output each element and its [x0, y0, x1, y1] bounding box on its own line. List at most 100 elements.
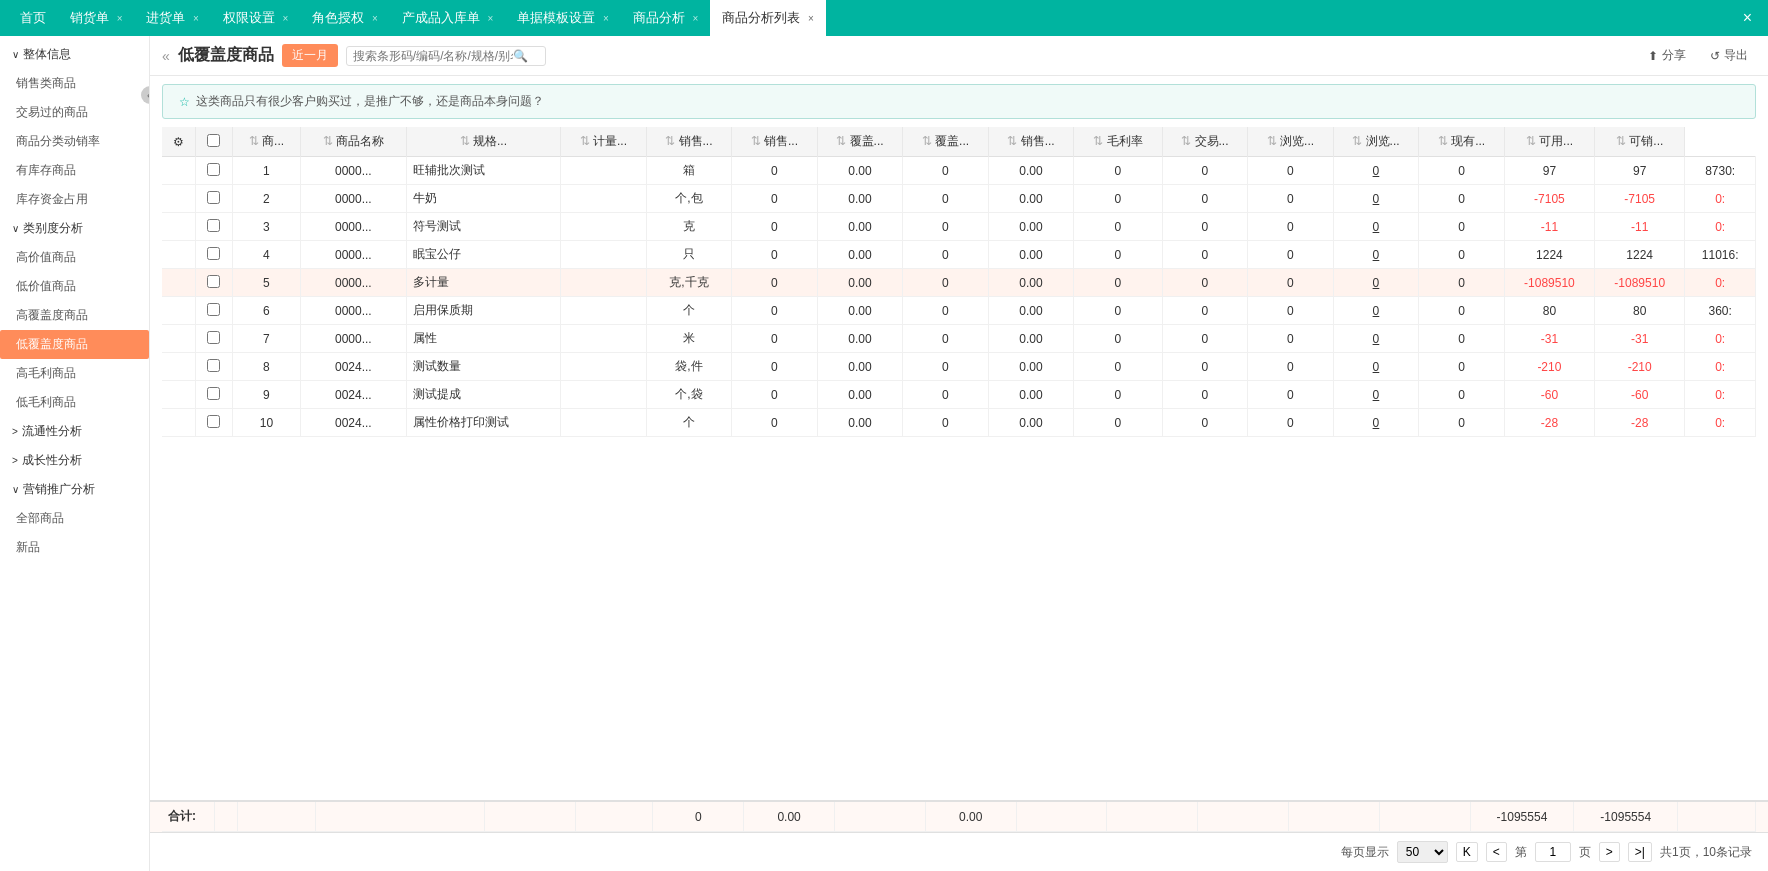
- sidebar-section-overall[interactable]: ∨ 整体信息: [0, 40, 149, 69]
- close-icon[interactable]: ×: [283, 13, 289, 24]
- close-icon[interactable]: ×: [808, 13, 814, 24]
- row-select-checkbox[interactable]: [207, 415, 220, 428]
- view1-link[interactable]: 0: [1373, 248, 1380, 262]
- unit-column-header[interactable]: ⇅ 计量...: [561, 127, 647, 157]
- row-view1[interactable]: 0: [1333, 269, 1419, 297]
- row-select-checkbox[interactable]: [207, 191, 220, 204]
- view1-link[interactable]: 0: [1373, 332, 1380, 346]
- settings-column-header[interactable]: ⚙: [162, 127, 195, 157]
- current-stock-column-header[interactable]: ⇅ 现有...: [1419, 127, 1505, 157]
- sidebar-item-all-products[interactable]: 全部商品: [0, 504, 149, 533]
- row-view1[interactable]: 0: [1333, 157, 1419, 185]
- sidebar-section-marketing[interactable]: ∨ 营销推广分析: [0, 475, 149, 504]
- row-view1[interactable]: 0: [1333, 353, 1419, 381]
- spec-column-header[interactable]: ⇅ 规格...: [406, 127, 561, 157]
- row-view1[interactable]: 0: [1333, 381, 1419, 409]
- nav-item-product-warehouse[interactable]: 产成品入库单 ×: [390, 0, 505, 36]
- coverage1-column-header[interactable]: ⇅ 覆盖...: [817, 127, 903, 157]
- name-column-header[interactable]: ⇅ 商品名称: [301, 127, 406, 157]
- row-select-checkbox[interactable]: [207, 303, 220, 316]
- view1-link[interactable]: 0: [1373, 192, 1380, 206]
- collapse-sidebar-icon[interactable]: «: [162, 48, 170, 64]
- share-button[interactable]: ⬆ 分享: [1640, 44, 1694, 67]
- sellable-column-header[interactable]: ⇅ 可销...: [1595, 127, 1685, 157]
- row-view1[interactable]: 0: [1333, 325, 1419, 353]
- close-icon[interactable]: ×: [117, 13, 123, 24]
- row-checkbox[interactable]: [195, 353, 232, 381]
- nav-item-permissions[interactable]: 权限设置 ×: [211, 0, 300, 36]
- close-all-button[interactable]: ×: [1735, 9, 1760, 27]
- nav-item-home[interactable]: 首页: [8, 0, 58, 36]
- close-icon[interactable]: ×: [692, 13, 698, 24]
- view1-link[interactable]: 0: [1373, 220, 1380, 234]
- sidebar-item-low-value[interactable]: 低价值商品: [0, 272, 149, 301]
- nav-item-product-analysis-list[interactable]: 商品分析列表 ×: [710, 0, 825, 36]
- row-select-checkbox[interactable]: [207, 219, 220, 232]
- view1-link[interactable]: 0: [1373, 276, 1380, 290]
- view1-link[interactable]: 0: [1373, 304, 1380, 318]
- close-icon[interactable]: ×: [488, 13, 494, 24]
- row-select-checkbox[interactable]: [207, 359, 220, 372]
- view1-link[interactable]: 0: [1373, 388, 1380, 402]
- sidebar-item-high-value[interactable]: 高价值商品: [0, 243, 149, 272]
- view1-link[interactable]: 0: [1373, 416, 1380, 430]
- row-view1[interactable]: 0: [1333, 185, 1419, 213]
- row-select-checkbox[interactable]: [207, 331, 220, 344]
- available-stock-column-header[interactable]: ⇅ 可用...: [1504, 127, 1594, 157]
- sidebar-item-high-gross[interactable]: 高毛利商品: [0, 359, 149, 388]
- view2-column-header[interactable]: ⇅ 浏览...: [1333, 127, 1419, 157]
- view1-link[interactable]: 0: [1373, 360, 1380, 374]
- sidebar-item-inventory-capital[interactable]: 库存资金占用: [0, 185, 149, 214]
- sidebar-item-low-gross[interactable]: 低毛利商品: [0, 388, 149, 417]
- row-checkbox[interactable]: [195, 381, 232, 409]
- sidebar-section-category-analysis[interactable]: ∨ 类别度分析: [0, 214, 149, 243]
- view1-column-header[interactable]: ⇅ 浏览...: [1248, 127, 1334, 157]
- row-checkbox[interactable]: [195, 157, 232, 185]
- close-icon[interactable]: ×: [603, 13, 609, 24]
- nav-item-sales[interactable]: 销货单 ×: [58, 0, 134, 36]
- sidebar-item-low-coverage[interactable]: 低覆盖度商品: [0, 330, 149, 359]
- first-page-button[interactable]: K: [1456, 842, 1478, 862]
- row-checkbox[interactable]: [195, 213, 232, 241]
- nav-item-template-settings[interactable]: 单据模板设置 ×: [505, 0, 620, 36]
- close-icon[interactable]: ×: [193, 13, 199, 24]
- sidebar-section-growth[interactable]: > 成长性分析: [0, 446, 149, 475]
- nav-item-product-analysis[interactable]: 商品分析 ×: [621, 0, 710, 36]
- nav-item-roles[interactable]: 角色授权 ×: [300, 0, 389, 36]
- row-select-checkbox[interactable]: [207, 275, 220, 288]
- gross-margin-column-header[interactable]: ⇅ 毛利率: [1074, 127, 1162, 157]
- row-view1[interactable]: 0: [1333, 241, 1419, 269]
- sales-qty-column-header[interactable]: ⇅ 销售...: [646, 127, 732, 157]
- row-checkbox[interactable]: [195, 269, 232, 297]
- row-select-checkbox[interactable]: [207, 247, 220, 260]
- sidebar-item-new-products[interactable]: 新品: [0, 533, 149, 562]
- trade-column-header[interactable]: ⇅ 交易...: [1162, 127, 1248, 157]
- sidebar-item-traded-products[interactable]: 交易过的商品: [0, 98, 149, 127]
- per-page-select[interactable]: 50 20 100 200: [1397, 841, 1448, 863]
- row-select-checkbox[interactable]: [207, 163, 220, 176]
- row-view1[interactable]: 0: [1333, 409, 1419, 437]
- row-checkbox[interactable]: [195, 185, 232, 213]
- next-page-button[interactable]: >: [1599, 842, 1620, 862]
- checkbox-column-header[interactable]: [195, 127, 232, 157]
- row-select-checkbox[interactable]: [207, 387, 220, 400]
- row-view1[interactable]: 0: [1333, 297, 1419, 325]
- date-filter-button[interactable]: 近一月: [282, 44, 338, 67]
- prev-page-button[interactable]: <: [1486, 842, 1507, 862]
- sidebar-section-liquidity[interactable]: > 流通性分析: [0, 417, 149, 446]
- sidebar-item-sales-products[interactable]: 销售类商品: [0, 69, 149, 98]
- row-checkbox[interactable]: [195, 241, 232, 269]
- coverage2-column-header[interactable]: ⇅ 覆盖...: [903, 127, 989, 157]
- row-view1[interactable]: 0: [1333, 213, 1419, 241]
- sales-amount-column-header[interactable]: ⇅ 销售...: [732, 127, 818, 157]
- search-input[interactable]: [353, 49, 513, 63]
- sidebar-item-in-stock-products[interactable]: 有库存商品: [0, 156, 149, 185]
- row-checkbox[interactable]: [195, 409, 232, 437]
- select-all-checkbox[interactable]: [207, 134, 220, 147]
- view1-link[interactable]: 0: [1373, 164, 1380, 178]
- sidebar-item-category-turnover[interactable]: 商品分类动销率: [0, 127, 149, 156]
- row-checkbox[interactable]: [195, 297, 232, 325]
- sidebar-item-high-coverage[interactable]: 高覆盖度商品: [0, 301, 149, 330]
- code-column-header[interactable]: ⇅ 商...: [232, 127, 301, 157]
- last-page-button[interactable]: >|: [1628, 842, 1652, 862]
